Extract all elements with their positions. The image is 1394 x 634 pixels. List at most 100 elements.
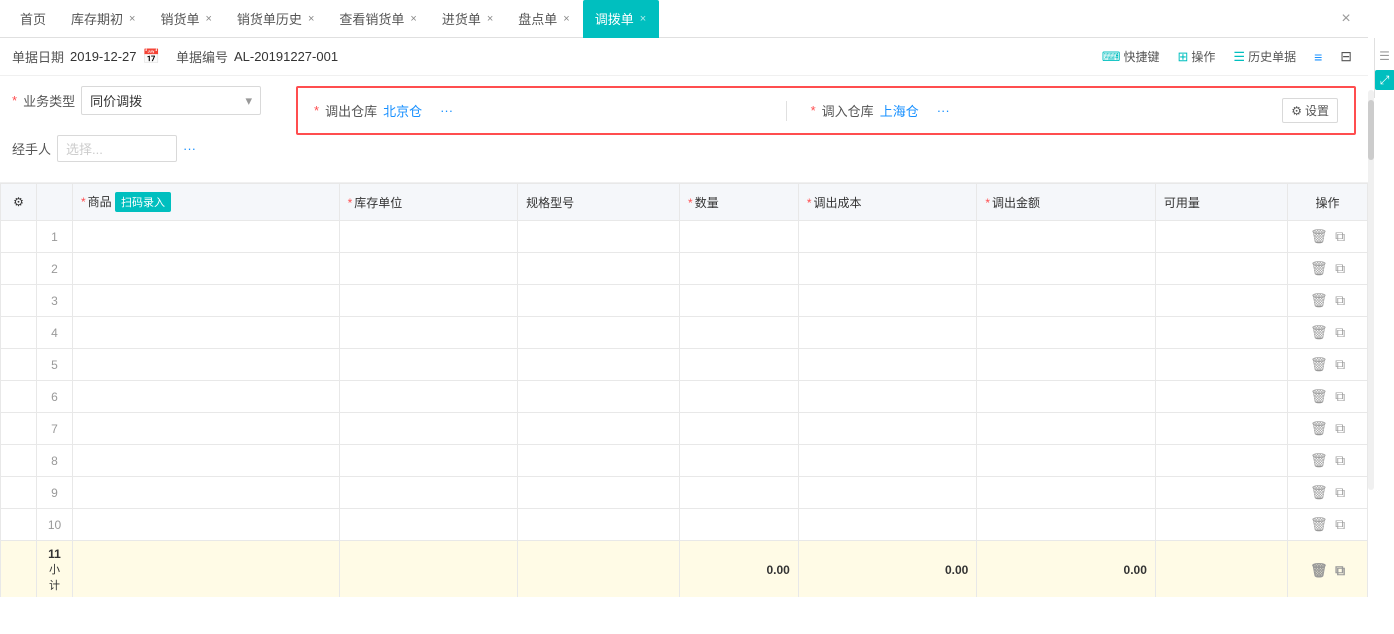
history-button[interactable]: ☰ 历史单据: [1229, 46, 1300, 67]
row-unit-cell[interactable]: [339, 221, 518, 253]
row-unit-cell[interactable]: [339, 509, 518, 541]
row-qty-cell[interactable]: [680, 285, 799, 317]
tab-close-transfer[interactable]: ×: [640, 13, 646, 25]
layout2-button[interactable]: ⊟: [1336, 46, 1356, 67]
delete-icon[interactable]: 🗑: [1310, 420, 1328, 436]
agent-input[interactable]: 选择...: [57, 135, 177, 162]
row-goods-cell[interactable]: [73, 221, 340, 253]
row-unit-cell[interactable]: [339, 413, 518, 445]
row-spec-cell[interactable]: [518, 221, 680, 253]
copy-icon[interactable]: ⧉: [1335, 356, 1345, 372]
scrollbar-thumb[interactable]: [1368, 100, 1374, 160]
row-amount-cell[interactable]: [977, 285, 1156, 317]
tab-close-sales-history[interactable]: ×: [308, 13, 314, 25]
tab-close-sales-order[interactable]: ×: [205, 13, 211, 25]
row-qty-cell[interactable]: [680, 509, 799, 541]
copy-icon[interactable]: ⧉: [1335, 324, 1345, 340]
row-goods-cell[interactable]: [73, 253, 340, 285]
row-goods-cell[interactable]: [73, 285, 340, 317]
row-amount-cell[interactable]: [977, 477, 1156, 509]
tab-purchase[interactable]: 进货单 ×: [430, 0, 506, 38]
copy-icon[interactable]: ⧉: [1335, 228, 1345, 244]
in-warehouse-more-icon[interactable]: ···: [937, 103, 950, 118]
row-goods-cell[interactable]: [73, 381, 340, 413]
row-goods-cell[interactable]: [73, 509, 340, 541]
row-unit-cell[interactable]: [339, 317, 518, 349]
delete-icon[interactable]: 🗑: [1310, 228, 1328, 244]
row-spec-cell[interactable]: [518, 317, 680, 349]
row-cost-cell[interactable]: [798, 317, 977, 349]
row-amount-cell[interactable]: [977, 349, 1156, 381]
delete-icon[interactable]: 🗑: [1310, 356, 1328, 372]
delete-icon[interactable]: 🗑: [1310, 562, 1328, 578]
row-amount-cell[interactable]: [977, 445, 1156, 477]
delete-icon[interactable]: 🗑: [1310, 484, 1328, 500]
row-goods-cell[interactable]: [73, 349, 340, 381]
delete-icon[interactable]: 🗑: [1310, 452, 1328, 468]
out-warehouse-more-icon[interactable]: ···: [440, 103, 453, 118]
tab-close-inventory-check[interactable]: ×: [563, 13, 569, 25]
row-cost-cell[interactable]: [798, 381, 977, 413]
tab-transfer[interactable]: 调拨单 ×: [583, 0, 659, 38]
row-goods-cell[interactable]: [73, 477, 340, 509]
window-close-button[interactable]: ×: [1332, 5, 1360, 33]
delete-icon[interactable]: 🗑: [1310, 324, 1328, 340]
scan-button[interactable]: 扫码录入: [115, 192, 171, 212]
th-settings[interactable]: ⚙: [1, 184, 37, 221]
operation-button[interactable]: ⊞ 操作: [1174, 46, 1220, 67]
date-value[interactable]: 2019-12-27: [70, 49, 137, 64]
copy-icon[interactable]: ⧉: [1335, 452, 1345, 468]
tab-home[interactable]: 首页: [8, 0, 59, 38]
agent-more-icon[interactable]: ···: [183, 141, 196, 156]
row-qty-cell[interactable]: [680, 317, 799, 349]
row-spec-cell[interactable]: [518, 509, 680, 541]
row-qty-cell[interactable]: [680, 413, 799, 445]
row-unit-cell[interactable]: [339, 381, 518, 413]
row-spec-cell[interactable]: [518, 445, 680, 477]
row-cost-cell[interactable]: [798, 349, 977, 381]
copy-icon[interactable]: ⧉: [1335, 562, 1345, 578]
row-cost-cell[interactable]: [798, 253, 977, 285]
row-cost-cell[interactable]: [798, 509, 977, 541]
tab-close-purchase[interactable]: ×: [487, 13, 493, 25]
row-goods-cell[interactable]: [73, 445, 340, 477]
row-qty-cell[interactable]: [680, 253, 799, 285]
copy-icon[interactable]: ⧉: [1335, 388, 1345, 404]
row-amount-cell[interactable]: [977, 413, 1156, 445]
tab-inventory-check[interactable]: 盘点单 ×: [506, 0, 582, 38]
out-warehouse-value[interactable]: 北京仓: [383, 101, 422, 120]
row-amount-cell[interactable]: [977, 381, 1156, 413]
tab-view-sales[interactable]: 查看销货单 ×: [327, 0, 429, 38]
delete-icon[interactable]: 🗑: [1310, 260, 1328, 276]
row-goods-cell[interactable]: [73, 413, 340, 445]
row-amount-cell[interactable]: [977, 253, 1156, 285]
biz-type-select[interactable]: 同价调拨 ▾: [81, 86, 261, 115]
copy-icon[interactable]: ⧉: [1335, 484, 1345, 500]
row-cost-cell[interactable]: [798, 445, 977, 477]
row-amount-cell[interactable]: [977, 221, 1156, 253]
tab-inventory-init[interactable]: 库存期初 ×: [59, 0, 148, 38]
row-unit-cell[interactable]: [339, 253, 518, 285]
row-unit-cell[interactable]: [339, 445, 518, 477]
row-unit-cell[interactable]: [339, 285, 518, 317]
tab-close-inventory-init[interactable]: ×: [129, 13, 135, 25]
row-spec-cell[interactable]: [518, 413, 680, 445]
tab-sales-order[interactable]: 销货单 ×: [148, 0, 224, 38]
row-spec-cell[interactable]: [518, 285, 680, 317]
copy-icon[interactable]: ⧉: [1335, 292, 1345, 308]
tab-close-view-sales[interactable]: ×: [410, 13, 416, 25]
settings-button[interactable]: ⚙ 设置: [1282, 98, 1338, 123]
delete-icon[interactable]: 🗑: [1310, 516, 1328, 532]
copy-icon[interactable]: ⧉: [1335, 516, 1345, 532]
row-qty-cell[interactable]: [680, 381, 799, 413]
delete-icon[interactable]: 🗑: [1310, 292, 1328, 308]
tab-sales-history[interactable]: 销货单历史 ×: [225, 0, 327, 38]
row-spec-cell[interactable]: [518, 477, 680, 509]
row-qty-cell[interactable]: [680, 477, 799, 509]
row-goods-cell[interactable]: [73, 317, 340, 349]
scrollbar-area[interactable]: [1368, 90, 1374, 490]
row-cost-cell[interactable]: [798, 221, 977, 253]
row-cost-cell[interactable]: [798, 413, 977, 445]
row-qty-cell[interactable]: [680, 221, 799, 253]
row-amount-cell[interactable]: [977, 317, 1156, 349]
